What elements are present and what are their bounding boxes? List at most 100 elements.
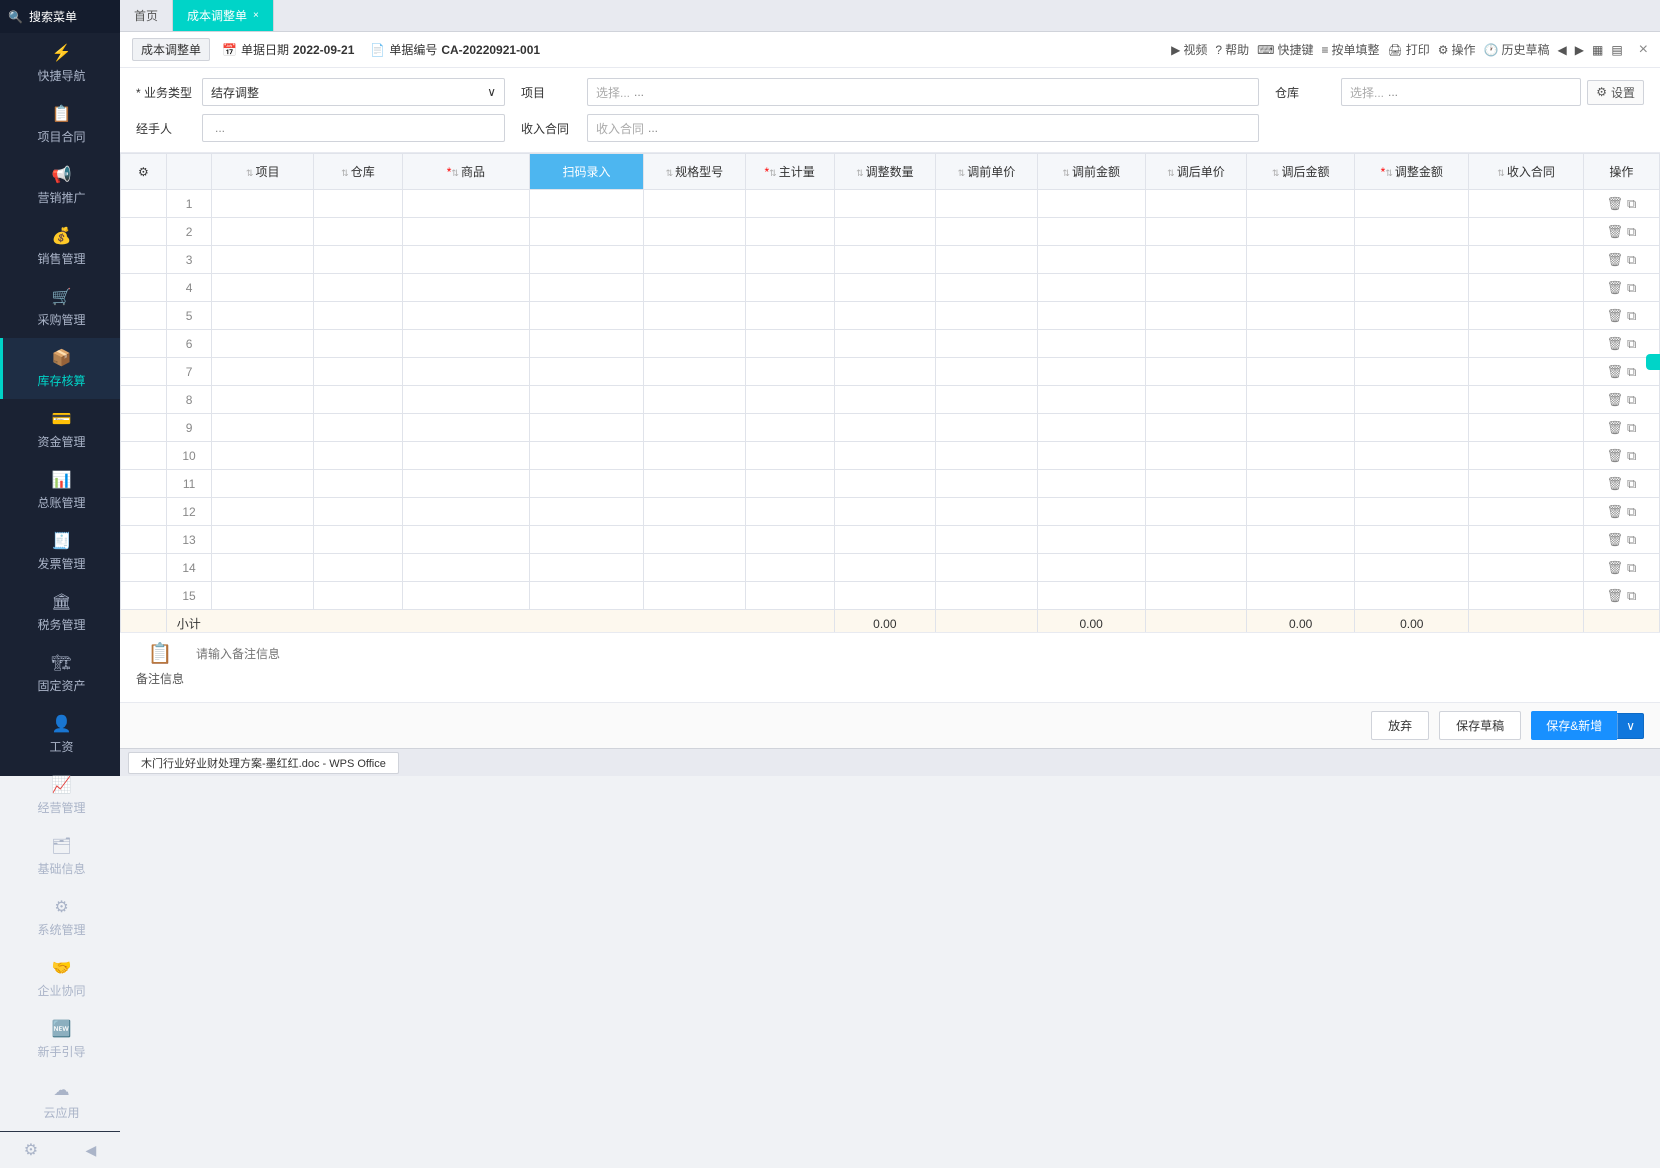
col-income-contract-header[interactable]: ⇅收入合同 xyxy=(1469,154,1583,190)
handler-input[interactable]: ... xyxy=(202,114,505,142)
tab-close-icon[interactable]: × xyxy=(253,10,259,21)
row-before-price-cell[interactable] xyxy=(936,554,1038,582)
row-spec-cell[interactable] xyxy=(644,498,746,526)
row-copy-btn[interactable]: ⧉ xyxy=(1627,588,1636,604)
row-project-cell[interactable] xyxy=(212,190,314,218)
row-delete-btn[interactable]: 🗑 xyxy=(1606,504,1623,520)
row-scan-cell[interactable] xyxy=(529,246,643,274)
row-adjust-qty-cell[interactable] xyxy=(834,190,936,218)
row-copy-btn[interactable]: ⧉ xyxy=(1627,504,1636,520)
row-goods-cell[interactable] xyxy=(402,498,529,526)
row-after-amount-cell[interactable] xyxy=(1247,218,1355,246)
row-delete-btn[interactable]: 🗑 xyxy=(1606,392,1623,408)
row-income-contract-cell[interactable] xyxy=(1469,190,1583,218)
save-draft-button[interactable]: 保存草稿 xyxy=(1439,711,1521,740)
row-goods-cell[interactable] xyxy=(402,442,529,470)
row-warehouse-cell[interactable] xyxy=(313,526,402,554)
row-adjust-amount-cell[interactable] xyxy=(1355,246,1469,274)
row-before-amount-cell[interactable] xyxy=(1037,358,1145,386)
row-after-amount-cell[interactable] xyxy=(1247,386,1355,414)
row-adjust-qty-cell[interactable] xyxy=(834,274,936,302)
row-adjust-amount-cell[interactable] xyxy=(1355,190,1469,218)
tab-cost-adjust[interactable]: 成本调整单 × xyxy=(173,0,274,31)
sidebar-item-invoice[interactable]: 🧾 发票管理 xyxy=(0,521,120,582)
row-spec-cell[interactable] xyxy=(644,302,746,330)
row-copy-btn[interactable]: ⧉ xyxy=(1627,280,1636,296)
row-income-contract-cell[interactable] xyxy=(1469,274,1583,302)
col-adjust-amount-header[interactable]: *⇅调整金额 xyxy=(1355,154,1469,190)
row-delete-btn[interactable]: 🗑 xyxy=(1606,336,1623,352)
row-unit-cell[interactable] xyxy=(745,582,834,610)
row-adjust-amount-cell[interactable] xyxy=(1355,470,1469,498)
warehouse-input[interactable]: 选择... ... xyxy=(1341,78,1581,106)
row-warehouse-cell[interactable] xyxy=(313,498,402,526)
sidebar-item-quick-nav[interactable]: ⚡ 快捷导航 xyxy=(0,33,120,94)
row-scan-cell[interactable] xyxy=(529,442,643,470)
row-project-cell[interactable] xyxy=(212,414,314,442)
tab-home[interactable]: 首页 xyxy=(120,0,173,31)
row-after-amount-cell[interactable] xyxy=(1247,358,1355,386)
row-unit-cell[interactable] xyxy=(745,246,834,274)
row-after-amount-cell[interactable] xyxy=(1247,302,1355,330)
row-scan-cell[interactable] xyxy=(529,358,643,386)
row-before-price-cell[interactable] xyxy=(936,246,1038,274)
row-before-amount-cell[interactable] xyxy=(1037,330,1145,358)
row-before-amount-cell[interactable] xyxy=(1037,498,1145,526)
row-warehouse-cell[interactable] xyxy=(313,386,402,414)
row-goods-cell[interactable] xyxy=(402,526,529,554)
row-income-contract-cell[interactable] xyxy=(1469,330,1583,358)
row-spec-cell[interactable] xyxy=(644,582,746,610)
row-spec-cell[interactable] xyxy=(644,554,746,582)
row-project-cell[interactable] xyxy=(212,302,314,330)
col-warehouse-header[interactable]: ⇅仓库 xyxy=(313,154,402,190)
row-goods-cell[interactable] xyxy=(402,274,529,302)
actions-btn[interactable]: ⚙ 操作 xyxy=(1438,41,1476,58)
row-scan-cell[interactable] xyxy=(529,554,643,582)
row-warehouse-cell[interactable] xyxy=(313,190,402,218)
row-goods-cell[interactable] xyxy=(402,582,529,610)
row-after-price-cell[interactable] xyxy=(1145,246,1247,274)
row-warehouse-cell[interactable] xyxy=(313,358,402,386)
row-warehouse-cell[interactable] xyxy=(313,302,402,330)
row-after-amount-cell[interactable] xyxy=(1247,330,1355,358)
row-income-contract-cell[interactable] xyxy=(1469,582,1583,610)
sidebar-item-guide[interactable]: 🆕 新手引导 xyxy=(0,1009,120,1070)
row-after-amount-cell[interactable] xyxy=(1247,526,1355,554)
row-after-price-cell[interactable] xyxy=(1145,218,1247,246)
right-panel-handle[interactable] xyxy=(1646,354,1660,370)
window-close-btn[interactable]: × xyxy=(1639,41,1648,59)
row-before-amount-cell[interactable] xyxy=(1037,442,1145,470)
row-delete-btn[interactable]: 🗑 xyxy=(1606,588,1623,604)
row-before-price-cell[interactable] xyxy=(936,302,1038,330)
row-goods-cell[interactable] xyxy=(402,414,529,442)
row-copy-btn[interactable]: ⧉ xyxy=(1627,224,1636,240)
row-spec-cell[interactable] xyxy=(644,414,746,442)
row-delete-btn[interactable]: 🗑 xyxy=(1606,252,1623,268)
row-after-amount-cell[interactable] xyxy=(1247,190,1355,218)
row-after-price-cell[interactable] xyxy=(1145,442,1247,470)
row-delete-btn[interactable]: 🗑 xyxy=(1606,364,1623,380)
row-project-cell[interactable] xyxy=(212,246,314,274)
row-delete-btn[interactable]: 🗑 xyxy=(1606,532,1623,548)
row-income-contract-cell[interactable] xyxy=(1469,470,1583,498)
row-adjust-amount-cell[interactable] xyxy=(1355,582,1469,610)
row-warehouse-cell[interactable] xyxy=(313,414,402,442)
row-before-amount-cell[interactable] xyxy=(1037,274,1145,302)
row-scan-cell[interactable] xyxy=(529,414,643,442)
row-income-contract-cell[interactable] xyxy=(1469,302,1583,330)
col-unit-header[interactable]: *⇅主计量 xyxy=(745,154,834,190)
row-after-price-cell[interactable] xyxy=(1145,190,1247,218)
row-after-price-cell[interactable] xyxy=(1145,274,1247,302)
row-adjust-qty-cell[interactable] xyxy=(834,386,936,414)
row-unit-cell[interactable] xyxy=(745,526,834,554)
row-scan-cell[interactable] xyxy=(529,498,643,526)
row-scan-cell[interactable] xyxy=(529,582,643,610)
row-delete-btn[interactable]: 🗑 xyxy=(1606,560,1623,576)
col-spec-header[interactable]: ⇅规格型号 xyxy=(644,154,746,190)
row-goods-cell[interactable] xyxy=(402,190,529,218)
sidebar-item-sales[interactable]: 💰 销售管理 xyxy=(0,216,120,277)
row-after-price-cell[interactable] xyxy=(1145,498,1247,526)
project-input[interactable]: 选择... ... xyxy=(587,78,1259,106)
row-goods-cell[interactable] xyxy=(402,302,529,330)
row-after-amount-cell[interactable] xyxy=(1247,246,1355,274)
